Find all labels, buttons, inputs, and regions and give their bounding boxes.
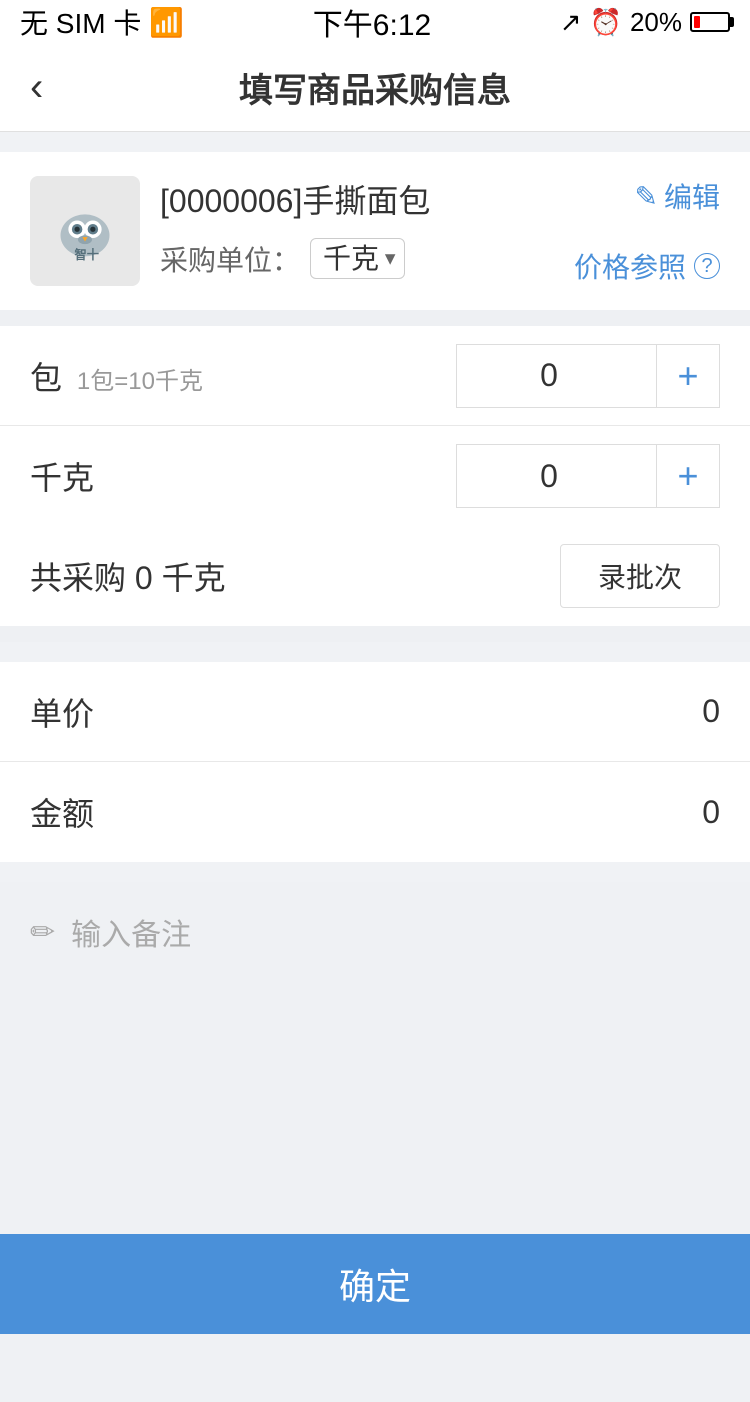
back-button[interactable]: ‹ — [30, 65, 90, 110]
kg-input-wrapper: + — [456, 444, 720, 508]
notes-section[interactable]: ✏ 输入备注 — [0, 882, 750, 982]
price-section: 单价 0 金额 0 — [0, 662, 750, 862]
record-batch-button[interactable]: 录批次 — [560, 544, 720, 608]
price-ref-button[interactable]: 价格参照 ? — [574, 246, 720, 286]
location-icon: ↗ — [560, 7, 582, 38]
input-section: 包 1包=10千克 + 千克 + — [0, 326, 750, 526]
amount-row: 金额 0 — [0, 762, 750, 862]
carrier-label: 无 SIM 卡 — [20, 2, 141, 42]
amount-value: 0 — [702, 794, 720, 831]
unit-price-row: 单价 0 — [0, 662, 750, 762]
price-ref-label: 价格参照 — [574, 246, 686, 286]
unit-label: 采购单位： — [160, 239, 300, 279]
unit-select[interactable]: 千克 包 — [310, 238, 405, 279]
battery-percent: 20% — [630, 7, 682, 38]
bag-sub-label: 1包=10千克 — [77, 368, 203, 395]
pencil-icon: ✏ — [30, 915, 55, 950]
edit-button[interactable]: ✎ 编辑 — [635, 176, 720, 216]
kg-number-input[interactable] — [456, 444, 656, 508]
bag-input-wrapper: + — [456, 344, 720, 408]
amount-label: 金额 — [30, 789, 94, 835]
notes-placeholder: 输入备注 — [71, 910, 191, 954]
product-owl-icon: 智十 — [50, 196, 120, 266]
divider-2 — [0, 626, 750, 642]
bag-plus-button[interactable]: + — [656, 344, 720, 408]
page-header: ‹ 填写商品采购信息 — [0, 44, 750, 132]
alarm-icon: ⏰ — [590, 7, 622, 38]
summary-row: 共采购 0 千克 录批次 — [0, 526, 750, 626]
content-spacer — [0, 982, 750, 1402]
product-card: 智十 [0000006]手撕面包 采购单位： 千克 包 ✎ 编辑 价格参照 ? — [0, 152, 750, 310]
bag-number-input[interactable] — [456, 344, 656, 408]
page-title: 填写商品采购信息 — [239, 63, 511, 112]
bag-input-row: 包 1包=10千克 + — [0, 326, 750, 426]
svg-text:智十: 智十 — [74, 247, 100, 262]
bag-label: 包 1包=10千克 — [30, 353, 456, 399]
status-bar: 无 SIM 卡 📶 下午6:12 ↗ ⏰ 20% — [0, 0, 750, 44]
edit-icon: ✎ — [635, 180, 658, 213]
status-right: ↗ ⏰ 20% — [560, 7, 730, 38]
battery-icon — [690, 12, 730, 32]
unit-price-value: 0 — [702, 693, 720, 730]
divider-1 — [0, 310, 750, 326]
wifi-icon: 📶 — [149, 6, 184, 39]
product-image: 智十 — [30, 176, 140, 286]
status-time: 下午6:12 — [313, 0, 431, 44]
kg-input-row: 千克 + — [0, 426, 750, 526]
help-icon: ? — [694, 253, 720, 279]
edit-label: 编辑 — [664, 176, 720, 216]
unit-price-label: 单价 — [30, 689, 94, 735]
summary-text: 共采购 0 千克 — [30, 553, 226, 599]
unit-select-wrapper[interactable]: 千克 包 — [310, 238, 405, 279]
kg-plus-button[interactable]: + — [656, 444, 720, 508]
kg-label: 千克 — [30, 453, 456, 499]
battery-fill — [694, 16, 700, 28]
confirm-button[interactable]: 确定 — [0, 1234, 750, 1334]
status-left: 无 SIM 卡 📶 — [20, 2, 184, 42]
